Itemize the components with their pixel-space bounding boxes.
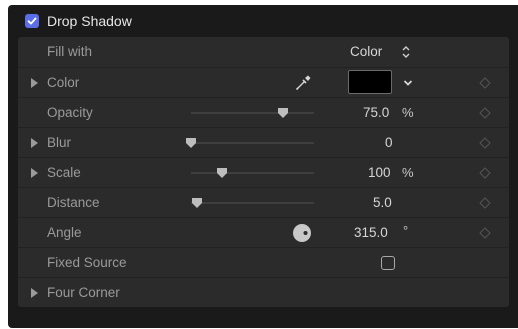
blur-value[interactable]: 0 [385, 135, 393, 150]
distance-label: Distance [47, 195, 100, 210]
opacity-unit: % [402, 105, 414, 120]
keyframe-diamond-icon[interactable] [479, 137, 491, 149]
slider-thumb[interactable] [278, 108, 289, 118]
keyframe-diamond-icon[interactable] [479, 167, 491, 179]
angle-label: Angle [47, 225, 82, 240]
row-opacity: Opacity 75.0 % [18, 97, 509, 127]
scale-label: Scale [47, 165, 81, 180]
row-fixed-source: Fixed Source [18, 247, 509, 277]
fill-with-popup[interactable]: Color [350, 44, 382, 59]
row-angle: Angle 315.0 ° [18, 217, 509, 247]
opacity-slider[interactable] [191, 108, 314, 118]
row-scale: Scale 100 % [18, 157, 509, 187]
row-color: Color [18, 67, 509, 97]
slider-thumb[interactable] [216, 168, 227, 178]
fixed-source-label: Fixed Source [47, 255, 127, 270]
disclosure-triangle-icon[interactable] [31, 168, 38, 178]
fill-with-label: Fill with [47, 44, 93, 59]
scale-slider[interactable] [191, 168, 314, 178]
opacity-label: Opacity [47, 105, 93, 120]
up-down-chevron-icon[interactable] [401, 45, 411, 59]
section-header: Drop Shadow [8, 5, 518, 36]
fixed-source-checkbox[interactable] [381, 256, 395, 270]
keyframe-diamond-icon[interactable] [479, 227, 491, 239]
distance-value[interactable]: 5.0 [373, 195, 392, 210]
parameter-list: Fill with Color Color Opacity 75.0 % Blu… [18, 37, 509, 307]
row-blur: Blur 0 [18, 127, 509, 157]
angle-dial-icon[interactable] [292, 223, 312, 243]
disclosure-triangle-icon[interactable] [31, 78, 38, 88]
eyedropper-icon[interactable] [294, 74, 312, 92]
distance-slider[interactable] [191, 198, 314, 208]
checkmark-icon [27, 17, 37, 25]
keyframe-diamond-icon[interactable] [479, 77, 491, 89]
four-corner-label: Four Corner [47, 285, 120, 300]
drop-shadow-panel: Drop Shadow Fill with Color Color Opacit… [8, 5, 518, 328]
color-label: Color [47, 75, 80, 90]
keyframe-diamond-icon[interactable] [479, 107, 491, 119]
disclosure-triangle-icon[interactable] [31, 288, 38, 298]
row-fill-with: Fill with Color [18, 37, 509, 67]
keyframe-diamond-icon[interactable] [479, 197, 491, 209]
slider-thumb[interactable] [192, 198, 203, 208]
blur-label: Blur [47, 135, 72, 150]
color-swatch[interactable] [348, 70, 392, 94]
angle-value[interactable]: 315.0 [354, 225, 388, 240]
opacity-value[interactable]: 75.0 [363, 105, 389, 120]
drop-shadow-enable-checkbox[interactable] [25, 14, 39, 28]
slider-thumb[interactable] [186, 138, 196, 148]
chevron-down-icon[interactable] [402, 77, 414, 89]
section-title: Drop Shadow [47, 13, 132, 29]
angle-unit: ° [403, 223, 409, 238]
row-four-corner: Four Corner [18, 277, 509, 307]
scale-unit: % [402, 165, 414, 180]
disclosure-triangle-icon[interactable] [31, 138, 38, 148]
row-distance: Distance 5.0 [18, 187, 509, 217]
blur-slider[interactable] [186, 138, 314, 148]
scale-value[interactable]: 100 [368, 165, 391, 180]
